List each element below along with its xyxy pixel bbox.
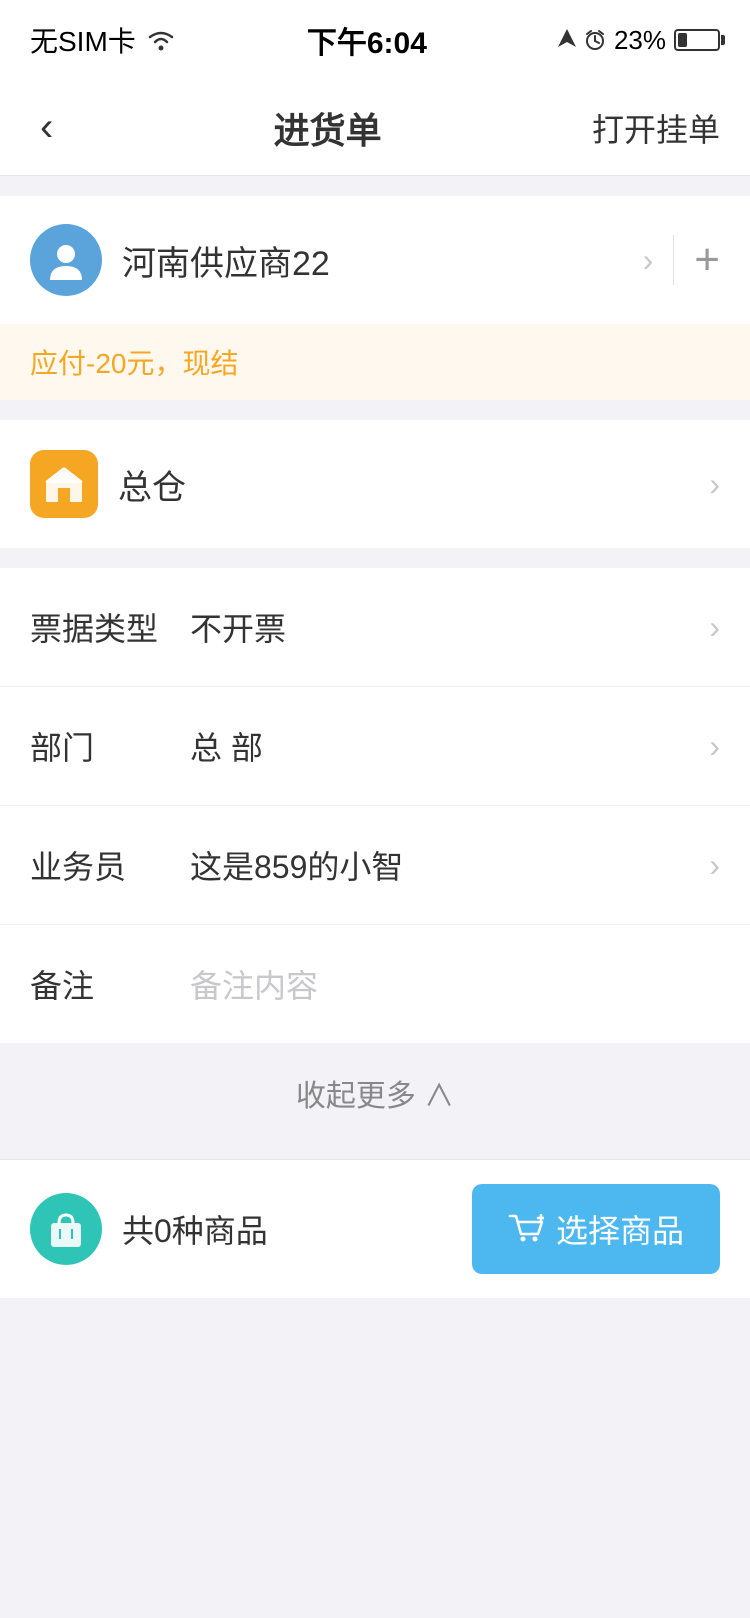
section-gap-2 (0, 400, 750, 420)
form-section: 票据类型 不开票 › 部门 总 部 › 业务员 这是859的小智 › 备注 备注… (0, 568, 750, 1043)
status-time: 下午6:04 (307, 18, 427, 62)
section-gap-3 (0, 548, 750, 568)
salesman-value: 这是859的小智 (170, 842, 709, 888)
warning-banner: 应付-20元，现结 (0, 324, 750, 400)
invoice-row[interactable]: 票据类型 不开票 › (0, 568, 750, 686)
warehouse-chevron-icon: › (709, 466, 720, 503)
supplier-chevron-icon: › (643, 242, 654, 279)
remark-key: 备注 (30, 961, 170, 1007)
product-bar: 共0种商品 选择商品 (0, 1159, 750, 1298)
warning-text: 应付-20元，现结 (30, 348, 238, 379)
divider (673, 235, 674, 285)
battery-label: 23% (614, 25, 666, 56)
select-product-button[interactable]: 选择商品 (472, 1184, 720, 1274)
status-left: 无SIM卡 (30, 20, 176, 60)
open-pending-button[interactable]: 打开挂单 (592, 105, 720, 151)
nav-bar: ‹ 进货单 打开挂单 (0, 80, 750, 176)
supplier-actions: › + (643, 235, 720, 285)
supplier-section: 河南供应商22 › + 应付-20元，现结 (0, 196, 750, 400)
battery-fill (678, 33, 687, 47)
back-button[interactable]: ‹ (30, 95, 63, 160)
battery-icon (674, 29, 720, 51)
remark-input[interactable]: 备注内容 (170, 961, 720, 1007)
remark-row[interactable]: 备注 备注内容 (0, 924, 750, 1043)
invoice-value: 不开票 (170, 604, 709, 650)
section-gap-4 (0, 1143, 750, 1159)
salesman-chevron-icon: › (709, 847, 720, 884)
dept-value: 总 部 (170, 723, 709, 769)
select-product-label: 选择商品 (556, 1206, 684, 1252)
supplier-name: 河南供应商22 (122, 236, 643, 285)
page-title: 进货单 (274, 102, 382, 154)
alarm-icon (584, 29, 606, 51)
dept-chevron-icon: › (709, 728, 720, 765)
page-background (0, 1298, 750, 1618)
warehouse-row[interactable]: 总仓 › (0, 420, 750, 548)
product-count-label: 共0种商品 (122, 1206, 452, 1252)
warehouse-icon (44, 466, 84, 502)
invoice-chevron-icon: › (709, 609, 720, 646)
salesman-row[interactable]: 业务员 这是859的小智 › (0, 805, 750, 924)
section-gap-1 (0, 176, 750, 196)
product-bar-section: 共0种商品 选择商品 (0, 1159, 750, 1298)
supplier-avatar (30, 224, 102, 296)
dept-row[interactable]: 部门 总 部 › (0, 686, 750, 805)
carrier-label: 无SIM卡 (30, 20, 136, 60)
collapse-button[interactable]: 收起更多 ∧ (0, 1043, 750, 1143)
salesman-key: 业务员 (30, 842, 170, 888)
wifi-icon (146, 29, 176, 51)
shopping-bag-icon (45, 1209, 87, 1249)
add-supplier-button[interactable]: + (694, 235, 720, 285)
warehouse-name: 总仓 (118, 460, 709, 509)
product-icon-wrap (30, 1193, 102, 1265)
warehouse-section: 总仓 › (0, 420, 750, 548)
status-bar: 无SIM卡 下午6:04 23% (0, 0, 750, 80)
cart-icon (508, 1214, 544, 1244)
location-icon (558, 29, 576, 51)
avatar-icon (44, 238, 88, 282)
warehouse-icon-wrap (30, 450, 98, 518)
supplier-row[interactable]: 河南供应商22 › + (0, 196, 750, 324)
invoice-key: 票据类型 (30, 604, 170, 650)
status-right: 23% (558, 25, 720, 56)
dept-key: 部门 (30, 723, 170, 769)
